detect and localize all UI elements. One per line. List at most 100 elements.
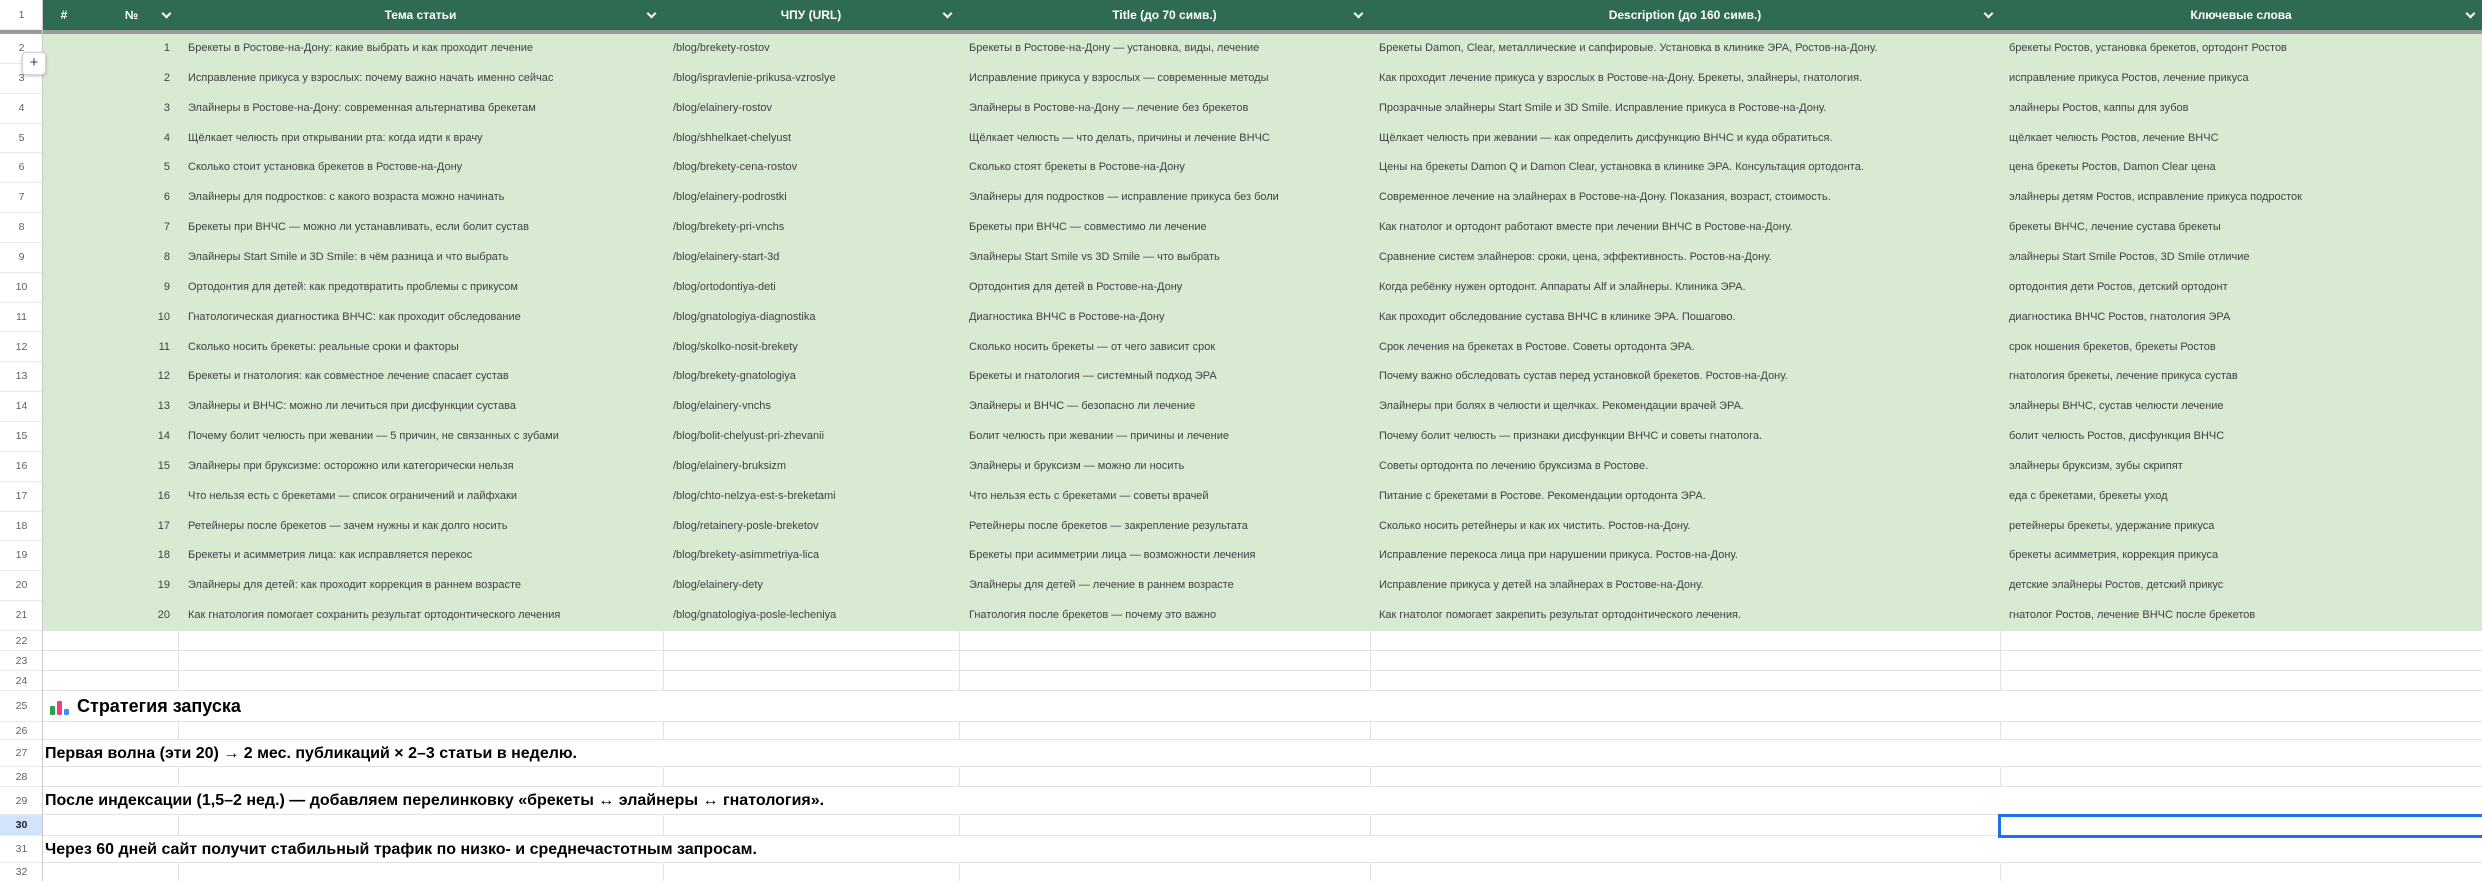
frozen-row-divider[interactable]	[0, 30, 2482, 34]
cell-keywords[interactable]: ретейнеры брекеты, удержание прикуса	[2009, 512, 2214, 542]
cell-topic[interactable]: Элайнеры при бруксизме: осторожно или ка…	[188, 452, 514, 482]
cell-url[interactable]: /blog/brekety-rostov	[673, 34, 770, 64]
cell-title[interactable]: Ортодонтия для детей в Ростове-на-Дону	[969, 273, 1182, 303]
cell-keywords[interactable]: гнатолог Ростов, лечение ВНЧС после брек…	[2009, 601, 2255, 631]
cell-url[interactable]: /blog/elainery-rostov	[673, 94, 772, 124]
row-header-30[interactable]: 30	[0, 815, 43, 836]
cell-description[interactable]: Почему важно обследовать сустав перед ус…	[1379, 362, 1788, 392]
cell-topic[interactable]: Исправление прикуса у взрослых: почему в…	[188, 64, 553, 94]
chevron-down-icon[interactable]	[942, 8, 953, 19]
sheet-row-22[interactable]	[43, 631, 2482, 651]
cell-title[interactable]: Ретейнеры после брекетов — закрепление р…	[969, 512, 1248, 542]
row-header-14[interactable]: 14	[0, 392, 43, 423]
cell-keywords[interactable]: элайнеры Start Smile Ростов, 3D Smile от…	[2009, 243, 2250, 273]
cell-num[interactable]: 19	[100, 571, 170, 601]
row-header-15[interactable]: 15	[0, 422, 43, 452]
strategy-line[interactable]: Через 60 дней сайт получит стабильный тр…	[45, 836, 757, 863]
cell-keywords[interactable]: диагностика ВНЧС Ростов, гнатология ЭРА	[2009, 303, 2230, 333]
strategy-line[interactable]: После индексации (1,5–2 нед.) — добавляе…	[45, 787, 824, 815]
cell-keywords[interactable]: детские элайнеры Ростов, детский прикус	[2009, 571, 2223, 601]
cell-keywords[interactable]: элайнеры бруксизм, зубы скрипят	[2009, 452, 2183, 482]
cell-num[interactable]: 1	[100, 34, 170, 64]
cell-num[interactable]: 11	[100, 333, 170, 363]
cell-title[interactable]: Гнатология после брекетов — почему это в…	[969, 601, 1216, 631]
cell-num[interactable]: 10	[100, 303, 170, 333]
cell-topic[interactable]: Гнатологическая диагностика ВНЧС: как пр…	[188, 303, 521, 333]
row-header-16[interactable]: 16	[0, 451, 43, 482]
cell-description[interactable]: Как гнатолог помогает закрепить результа…	[1379, 601, 1741, 631]
cell-url[interactable]: /blog/ispravlenie-prikusa-vzroslye	[673, 64, 836, 94]
sheet-row-24[interactable]	[43, 671, 2482, 691]
cell-num[interactable]: 15	[100, 452, 170, 482]
column-header-url[interactable]: ЧПУ (URL)	[663, 0, 959, 30]
cell-title[interactable]: Брекеты и гнатология — системный подход …	[969, 362, 1217, 392]
sheet-row-25[interactable]	[43, 691, 2482, 722]
cell-keywords[interactable]: брекеты Ростов, установка брекетов, орто…	[2009, 34, 2287, 64]
cell-num[interactable]: 13	[100, 392, 170, 422]
row-header-29[interactable]: 29	[0, 787, 43, 815]
cell-num[interactable]: 8	[100, 243, 170, 273]
cell-url[interactable]: /blog/ortodontiya-deti	[673, 273, 776, 303]
column-header-title[interactable]: Title (до 70 симв.)	[959, 0, 1370, 30]
chevron-down-icon[interactable]	[646, 8, 657, 19]
row-header-8[interactable]: 8	[0, 213, 43, 243]
column-header-num[interactable]: №	[85, 0, 178, 30]
sheet-row-32[interactable]	[43, 863, 2482, 881]
cell-url[interactable]: /blog/brekety-pri-vnchs	[673, 213, 784, 243]
cell-title[interactable]: Сколько носить брекеты — от чего зависит…	[969, 333, 1215, 363]
cell-num[interactable]: 3	[100, 94, 170, 124]
cell-title[interactable]: Болит челюсть при жевании — причины и ле…	[969, 422, 1229, 452]
cell-topic[interactable]: Щёлкает челюсть при открывании рта: когд…	[188, 124, 483, 154]
cell-keywords[interactable]: еда с брекетами, брекеты уход	[2009, 482, 2168, 512]
cell-keywords[interactable]: элайнеры ВНЧС, сустав челюсти лечение	[2009, 392, 2224, 422]
cell-url[interactable]: /blog/elainery-dety	[673, 571, 763, 601]
cell-topic[interactable]: Брекеты при ВНЧС — можно ли устанавливат…	[188, 213, 529, 243]
cell-keywords[interactable]: брекеты ВНЧС, лечение сустава брекеты	[2009, 213, 2221, 243]
cell-num[interactable]: 16	[100, 482, 170, 512]
cell-description[interactable]: Советы ортодонта по лечению бруксизма в …	[1379, 452, 1648, 482]
cell-url[interactable]: /blog/elainery-bruksizm	[673, 452, 786, 482]
cell-topic[interactable]: Ортодонтия для детей: как предотвратить …	[188, 273, 518, 303]
row-header-25[interactable]: 25	[0, 691, 43, 722]
cell-url[interactable]: /blog/brekety-gnatologiya	[673, 362, 796, 392]
cell-url[interactable]: /blog/shhelkaet-chelyust	[673, 124, 791, 154]
row-header-11[interactable]: 11	[0, 302, 43, 333]
cell-keywords[interactable]: срок ношения брекетов, брекеты Ростов	[2009, 333, 2216, 363]
cell-topic[interactable]: Что нельзя есть с брекетами — список огр…	[188, 482, 517, 512]
cell-title[interactable]: Элайнеры и бруксизм — можно ли носить	[969, 452, 1184, 482]
cell-topic[interactable]: Элайнеры для подростков: с какого возрас…	[188, 183, 504, 213]
cell-title[interactable]: Элайнеры для детей — лечение в раннем во…	[969, 571, 1234, 601]
cell-description[interactable]: Как проходит лечение прикуса у взрослых …	[1379, 64, 1862, 94]
row-header-13[interactable]: 13	[0, 362, 43, 393]
strategy-line[interactable]: Первая волна (эти 20) → 2 мес. публикаци…	[45, 740, 577, 767]
cell-description[interactable]: Как гнатолог и ортодонт работают вместе …	[1379, 213, 1792, 243]
cell-description[interactable]: Щёлкает челюсть при жевании — как опреде…	[1379, 124, 1833, 154]
row-header-18[interactable]: 18	[0, 511, 43, 542]
cell-num[interactable]: 12	[100, 362, 170, 392]
cell-keywords[interactable]: элайнеры Ростов, каппы для зубов	[2009, 94, 2189, 124]
cell-keywords[interactable]: ортодонтия дети Ростов, детский ортодонт	[2009, 273, 2228, 303]
cell-url[interactable]: /blog/retainery-posle-breketov	[673, 512, 819, 542]
cell-keywords[interactable]: болит челюсть Ростов, дисфункция ВНЧС	[2009, 422, 2224, 452]
row-header-28[interactable]: 28	[0, 767, 43, 787]
cell-description[interactable]: Почему болит челюсть — признаки дисфункц…	[1379, 422, 1762, 452]
cell-num[interactable]: 6	[100, 183, 170, 213]
cell-topic[interactable]: Ретейнеры после брекетов — зачем нужны и…	[188, 512, 507, 542]
row-header-26[interactable]: 26	[0, 722, 43, 740]
row-header-10[interactable]: 10	[0, 272, 43, 303]
row-header-6[interactable]: 6	[0, 153, 43, 184]
cell-topic[interactable]: Брекеты и гнатология: как совместное леч…	[188, 362, 509, 392]
cell-topic[interactable]: Почему болит челюсть при жевании — 5 при…	[188, 422, 559, 452]
cell-title[interactable]: Элайнеры в Ростове-на-Дону — лечение без…	[969, 94, 1248, 124]
cell-num[interactable]: 2	[100, 64, 170, 94]
cell-topic[interactable]: Элайнеры в Ростове-на-Дону: современная …	[188, 94, 536, 124]
cell-num[interactable]: 20	[100, 601, 170, 631]
cell-title[interactable]: Элайнеры и ВНЧС — безопасно ли лечение	[969, 392, 1195, 422]
cell-keywords[interactable]: брекеты асимметрия, коррекция прикуса	[2009, 541, 2218, 571]
cell-description[interactable]: Сравнение систем элайнеров: сроки, цена,…	[1379, 243, 1772, 273]
cell-description[interactable]: Срок лечения на брекетах в Ростове. Сове…	[1379, 333, 1695, 363]
add-group-button[interactable]: +	[22, 52, 46, 75]
cell-title[interactable]: Брекеты при асимметрии лица — возможност…	[969, 541, 1255, 571]
cell-url[interactable]: /blog/skolko-nosit-brekety	[673, 333, 798, 363]
row-header-1[interactable]: 1	[0, 0, 43, 30]
